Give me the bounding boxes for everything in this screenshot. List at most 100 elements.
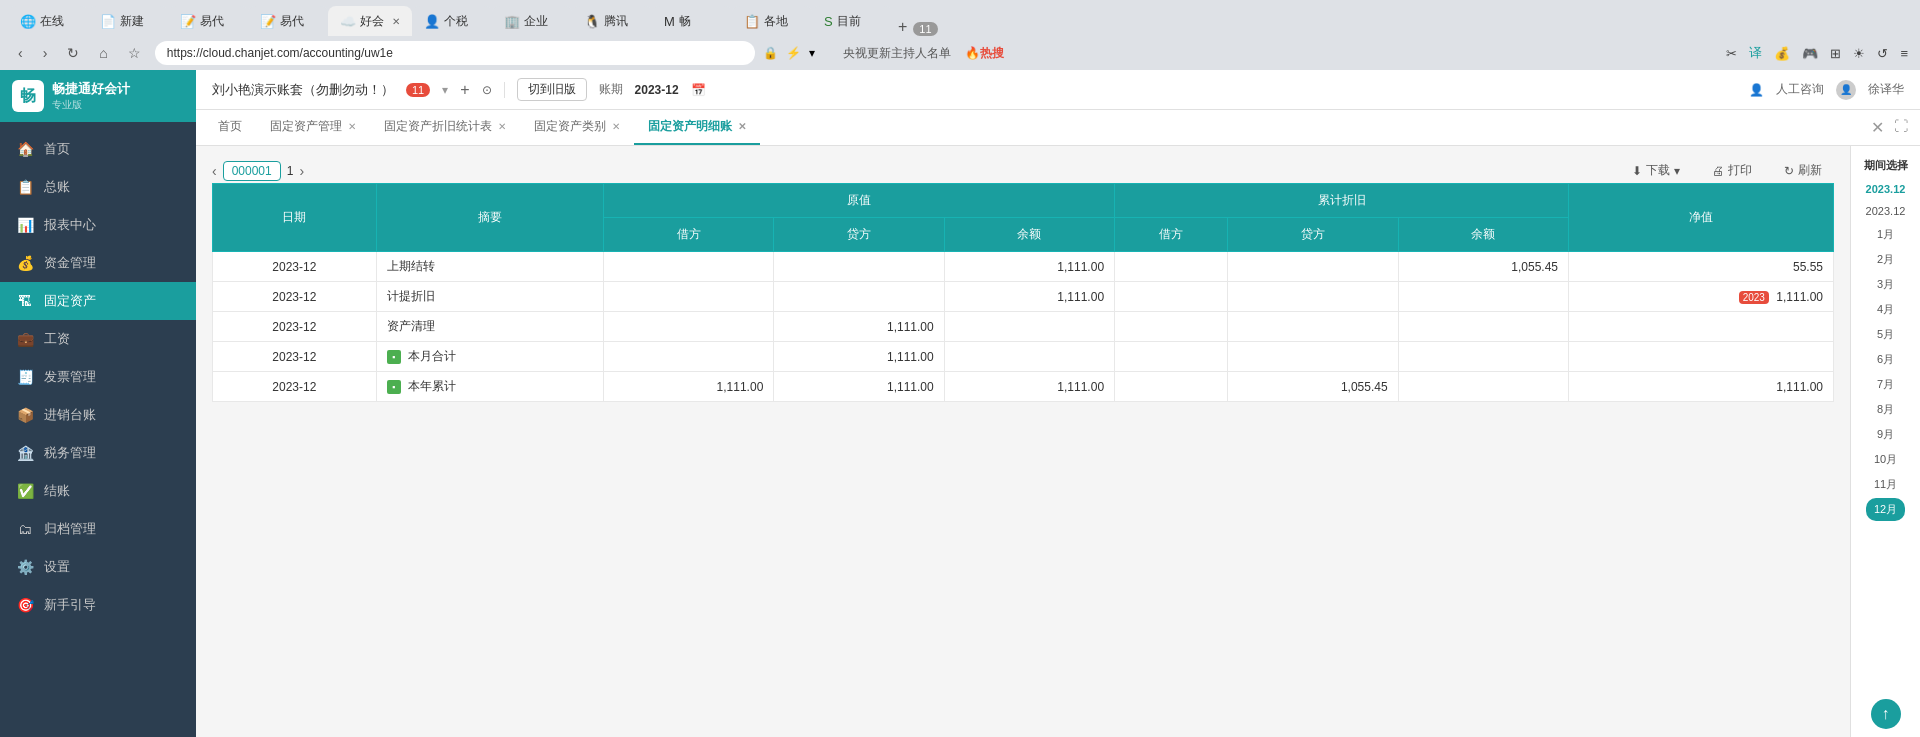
grid-icon[interactable]: ⊞ bbox=[1830, 46, 1841, 61]
tab-asset-detail[interactable]: 固定资产明细账 ✕ bbox=[634, 110, 760, 145]
translate-icon[interactable]: 译 bbox=[1749, 44, 1762, 62]
period-item-8[interactable]: 8月 bbox=[1851, 398, 1920, 421]
back-button[interactable]: ‹ bbox=[12, 43, 29, 63]
sidebar-item-label: 归档管理 bbox=[44, 520, 96, 538]
menu-icon[interactable]: ≡ bbox=[1900, 46, 1908, 61]
service-label[interactable]: 人工咨询 bbox=[1776, 81, 1824, 98]
tab-label: 易代 bbox=[280, 13, 304, 30]
print-button[interactable]: 🖨 打印 bbox=[1700, 158, 1764, 183]
sidebar-item-reports[interactable]: 📊 报表中心 bbox=[0, 206, 196, 244]
refresh-button[interactable]: ↻ 刷新 bbox=[1772, 158, 1834, 183]
bookmark-button[interactable]: ☆ bbox=[122, 43, 147, 63]
tab-label: 在线 bbox=[40, 13, 64, 30]
scroll-top-button[interactable]: ↑ bbox=[1871, 699, 1901, 729]
tab-close-icon[interactable]: ✕ bbox=[738, 121, 746, 132]
dropdown-icon[interactable]: ▾ bbox=[442, 83, 448, 97]
period-item-10[interactable]: 10月 bbox=[1851, 448, 1920, 471]
period-item-4[interactable]: 4月 bbox=[1851, 298, 1920, 321]
period-item-2023-12-sub[interactable]: 2023.12 bbox=[1851, 201, 1920, 221]
period-item-12[interactable]: 12月 bbox=[1866, 498, 1905, 521]
tab-qiye[interactable]: 🏢 企业 bbox=[492, 6, 572, 36]
add-account-button[interactable]: + bbox=[460, 81, 469, 99]
sidebar-item-finance[interactable]: 💰 资金管理 bbox=[0, 244, 196, 282]
tab-home[interactable]: 首页 bbox=[204, 110, 256, 145]
period-item-2[interactable]: 2月 bbox=[1851, 248, 1920, 271]
tab-close-icon[interactable]: ✕ bbox=[612, 121, 620, 132]
period-item-2023-12-top[interactable]: 2023.12 bbox=[1851, 179, 1920, 199]
forward-button[interactable]: › bbox=[37, 43, 54, 63]
page-tab-row: 首页 固定资产管理 ✕ 固定资产折旧统计表 ✕ 固定资产类别 ✕ 固定资产明细账… bbox=[196, 110, 1920, 146]
tab-haokuai[interactable]: ☁️ 好会 ✕ bbox=[328, 6, 412, 36]
cell-accum-balance bbox=[1398, 312, 1568, 342]
expand-panel-icon[interactable]: ⛶ bbox=[1894, 118, 1908, 137]
dropdown-icon[interactable]: ▾ bbox=[809, 46, 815, 60]
sidebar-item-label: 工资 bbox=[44, 330, 70, 348]
tab-chang[interactable]: M 畅 bbox=[652, 6, 732, 36]
sidebar-item-close-accounts[interactable]: ✅ 结账 bbox=[0, 472, 196, 510]
theme-icon[interactable]: ☀ bbox=[1853, 46, 1865, 61]
sidebar-item-home[interactable]: 🏠 首页 bbox=[0, 130, 196, 168]
period-item-3[interactable]: 3月 bbox=[1851, 273, 1920, 296]
tab-close-icon[interactable]: ✕ bbox=[348, 121, 356, 132]
calendar-icon[interactable]: 📅 bbox=[691, 83, 706, 97]
sidebar-item-general-ledger[interactable]: 📋 总账 bbox=[0, 168, 196, 206]
switch-version-button[interactable]: 切到旧版 bbox=[517, 78, 587, 101]
tab-new[interactable]: 📄 新建 bbox=[88, 6, 168, 36]
tab-asset-category[interactable]: 固定资产类别 ✕ bbox=[520, 110, 634, 145]
download-dropdown-icon[interactable]: ▾ bbox=[1674, 164, 1680, 178]
download-button[interactable]: ⬇ 下载 ▾ bbox=[1620, 158, 1692, 183]
download-label: 下载 bbox=[1646, 162, 1670, 179]
scissors-icon[interactable]: ✂ bbox=[1726, 46, 1737, 61]
prev-page-button[interactable]: ‹ bbox=[212, 163, 217, 179]
sidebar-item-guide[interactable]: 🎯 新手引导 bbox=[0, 586, 196, 624]
period-item-9[interactable]: 9月 bbox=[1851, 423, 1920, 446]
home-button[interactable]: ⌂ bbox=[93, 43, 113, 63]
tab-muqian[interactable]: S 目前 bbox=[812, 6, 892, 36]
wallet-icon[interactable]: 💰 bbox=[1774, 46, 1790, 61]
period-item-7[interactable]: 7月 bbox=[1851, 373, 1920, 396]
sidebar-item-settings[interactable]: ⚙️ 设置 bbox=[0, 548, 196, 586]
sidebar-item-salary[interactable]: 💼 工资 bbox=[0, 320, 196, 358]
hot-search-label[interactable]: 🔥热搜 bbox=[965, 45, 1004, 62]
sidebar-item-invoice[interactable]: 🧾 发票管理 bbox=[0, 358, 196, 396]
sidebar-item-label: 固定资产 bbox=[44, 292, 96, 310]
app-top-bar: 刘小艳演示账套（勿删勿动！） 11 ▾ + ⊙ 切到旧版 账期 2023-12 … bbox=[196, 70, 1920, 110]
tab-gedi[interactable]: 📋 各地 bbox=[732, 6, 812, 36]
tab-close-icon[interactable]: ✕ bbox=[392, 16, 400, 27]
tab-gesui[interactable]: 👤 个税 bbox=[412, 6, 492, 36]
period-value: 2023-12 bbox=[635, 83, 679, 97]
asset-detail-table: 日期 摘要 原值 累计折旧 净值 借方 贷方 余额 借方 贷方 余额 bbox=[212, 183, 1834, 402]
history-icon[interactable]: ↺ bbox=[1877, 46, 1888, 61]
new-tab-button[interactable]: + bbox=[892, 18, 913, 36]
header-original-debit: 借方 bbox=[603, 218, 773, 252]
sidebar-item-sales[interactable]: 📦 进销台账 bbox=[0, 396, 196, 434]
tab-zaixin[interactable]: 🌐 在线 bbox=[8, 6, 88, 36]
period-item-1[interactable]: 1月 bbox=[1851, 223, 1920, 246]
game-icon[interactable]: 🎮 bbox=[1802, 46, 1818, 61]
address-input[interactable] bbox=[155, 41, 755, 65]
tab-depreciation-stats[interactable]: 固定资产折旧统计表 ✕ bbox=[370, 110, 520, 145]
period-item-6[interactable]: 6月 bbox=[1851, 348, 1920, 371]
tab-label: 企业 bbox=[524, 13, 548, 30]
tab-close-icon[interactable]: ✕ bbox=[498, 121, 506, 132]
next-page-button[interactable]: › bbox=[299, 163, 304, 179]
header-accumulated-depreciation: 累计折旧 bbox=[1115, 184, 1569, 218]
tab-count-badge: 11 bbox=[913, 22, 937, 36]
window-control-buttons: ✕ ⛶ bbox=[1871, 118, 1908, 137]
tab-yidai2[interactable]: 📝 易代 bbox=[248, 6, 328, 36]
sidebar-item-tax[interactable]: 🏦 税务管理 bbox=[0, 434, 196, 472]
refresh-button[interactable]: ↻ bbox=[61, 43, 85, 63]
sidebar-item-fixed-assets[interactable]: 🏗 固定资产 bbox=[0, 282, 196, 320]
tab-label: 腾讯 bbox=[604, 13, 628, 30]
settings-circle-icon[interactable]: ⊙ bbox=[482, 83, 492, 97]
guide-icon: 🎯 bbox=[16, 597, 34, 613]
close-panel-icon[interactable]: ✕ bbox=[1871, 118, 1884, 137]
period-item-11[interactable]: 11月 bbox=[1851, 473, 1920, 496]
sidebar-item-archive[interactable]: 🗂 归档管理 bbox=[0, 510, 196, 548]
sidebar-nav: 🏠 首页 📋 总账 📊 报表中心 💰 资金管理 🏗 固定资产 💼 工资 bbox=[0, 122, 196, 737]
tab-tengxun[interactable]: 🐧 腾讯 bbox=[572, 6, 652, 36]
tab-yidai1[interactable]: 📝 易代 bbox=[168, 6, 248, 36]
user-name: 徐译华 bbox=[1868, 81, 1904, 98]
tab-fixed-assets-mgmt[interactable]: 固定资产管理 ✕ bbox=[256, 110, 370, 145]
period-item-5[interactable]: 5月 bbox=[1851, 323, 1920, 346]
